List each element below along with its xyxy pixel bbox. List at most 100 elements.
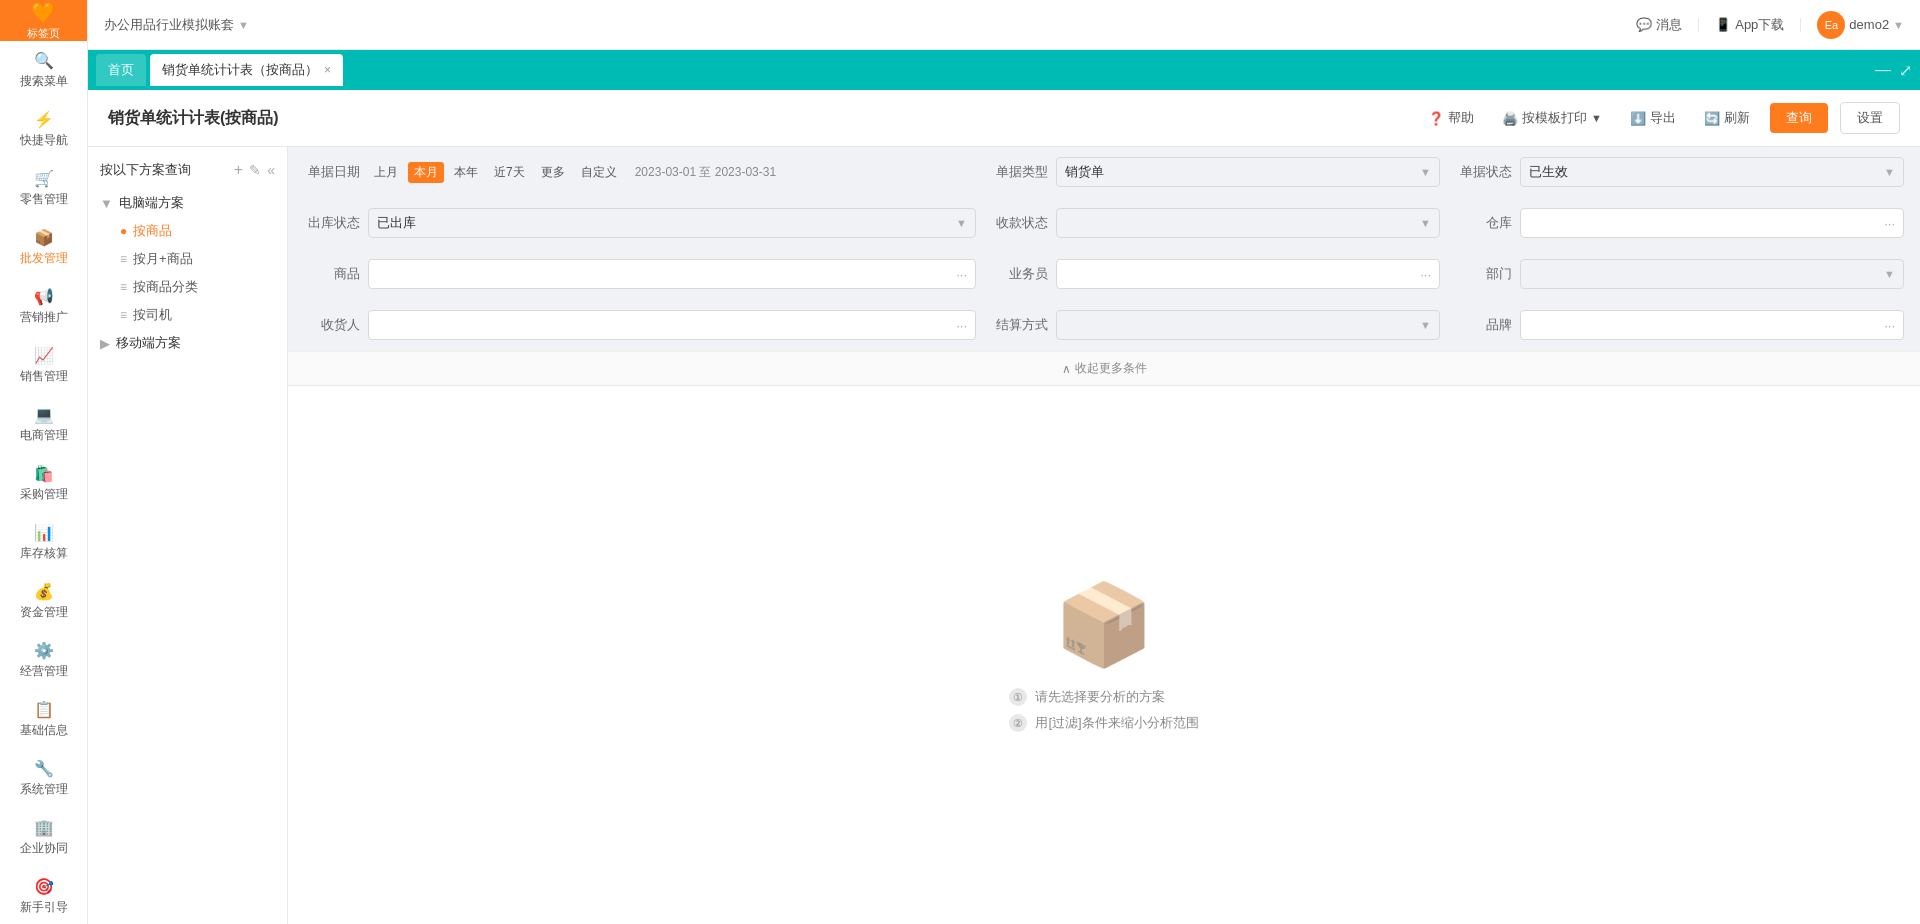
sidebar-label-sales: 销售管理	[20, 368, 68, 385]
app-download-btn[interactable]: 📱 App下载	[1715, 16, 1784, 34]
sidebar-item-ecom[interactable]: 💻 电商管理	[0, 395, 87, 454]
sidebar-item-purchase[interactable]: 🛍️ 采购管理	[0, 454, 87, 513]
print-icon: 🖨️	[1502, 111, 1518, 126]
salesperson-dots[interactable]: ···	[1420, 267, 1431, 282]
message-btn[interactable]: 💬 消息	[1636, 16, 1682, 34]
outstock-select[interactable]: 已出库 ▼	[368, 208, 976, 238]
top-bar: 办公用品行业模拟账套 ▼ 💬 消息 📱 App下载 Ea demo2 ▼	[88, 0, 1920, 50]
sidebar-item-system[interactable]: 🔧 系统管理	[0, 749, 87, 808]
sidebar-item-enterprise[interactable]: 🏢 企业协同	[0, 808, 87, 867]
sidebar-item-sales[interactable]: 📈 销售管理	[0, 336, 87, 395]
purchase-icon: 🛍️	[34, 464, 54, 483]
query-button[interactable]: 查询	[1770, 103, 1828, 133]
doc-status-select[interactable]: 已生效 ▼	[1520, 157, 1904, 187]
date-btn-more[interactable]: 更多	[535, 162, 571, 183]
brand-input[interactable]: ···	[1520, 310, 1904, 340]
scheme-add-btn[interactable]: +	[234, 161, 243, 179]
sidebar-item-guide[interactable]: 🎯 新手引导	[0, 867, 87, 924]
product-input[interactable]: ···	[368, 259, 976, 289]
child-label-clerk: 按司机	[133, 306, 172, 324]
sidebar-item-inventory[interactable]: 📊 库存核算	[0, 513, 87, 572]
tree-child-by-category[interactable]: ≡ 按商品分类	[88, 273, 287, 301]
collapse-filter-btn[interactable]: ∧ 收起更多条件	[288, 351, 1920, 385]
print-label: 按模板打印	[1522, 109, 1587, 127]
date-btn-lastmonth[interactable]: 上月	[368, 162, 404, 183]
tree-child-by-clerk[interactable]: ≡ 按司机	[88, 301, 287, 329]
filter-row-2: 出库状态 已出库 ▼ 收款状态 ▼	[288, 198, 1920, 249]
filter-row-4: 收货人 ··· 结算方式 ▼	[288, 300, 1920, 351]
payment-status-label: 收款状态	[992, 214, 1048, 232]
system-icon: 🔧	[34, 759, 54, 778]
tree-child-by-month-product[interactable]: ≡ 按月+商品	[88, 245, 287, 273]
sidebar-item-basic[interactable]: 📋 基础信息	[0, 690, 87, 749]
page-header: 销货单统计计表(按商品) ❓ 帮助 🖨️ 按模板打印 ▼ ⬇️ 导出 🔄 刷	[88, 90, 1920, 147]
tree-child-by-product[interactable]: ● 按商品	[88, 217, 287, 245]
retail-icon: 🛒	[34, 169, 54, 188]
sidebar-item-wholesale[interactable]: 📦 批发管理	[0, 218, 87, 277]
sidebar-label-purchase: 采购管理	[20, 486, 68, 503]
tab-minimize-btn[interactable]: —	[1875, 61, 1891, 79]
tree-group-mobile-label: 移动端方案	[116, 334, 181, 352]
brand-dots[interactable]: ···	[1884, 318, 1895, 333]
tab-close-btn[interactable]: ×	[324, 63, 331, 77]
receiver-dots[interactable]: ···	[956, 318, 967, 333]
brand-label: 品牌	[1456, 316, 1512, 334]
export-btn[interactable]: ⬇️ 导出	[1622, 105, 1684, 131]
tree-mobile-expand-icon: ▶	[100, 336, 110, 351]
sidebar-label-enterprise: 企业协同	[20, 840, 68, 857]
sidebar-item-quicknav[interactable]: ⚡ 快捷导航	[0, 100, 87, 159]
main-area: 办公用品行业模拟账套 ▼ 💬 消息 📱 App下载 Ea demo2 ▼	[88, 0, 1920, 924]
salesperson-input[interactable]: ···	[1056, 259, 1440, 289]
date-btn-custom[interactable]: 自定义	[575, 162, 623, 183]
tab-maximize-btn[interactable]: ⤢	[1899, 61, 1912, 80]
filter-item-brand: 品牌 ···	[1456, 310, 1904, 340]
sidebar-item-operation[interactable]: ⚙️ 经营管理	[0, 631, 87, 690]
department-label: 部门	[1456, 265, 1512, 283]
finance-icon: 💰	[34, 582, 54, 601]
department-select[interactable]: ▼	[1520, 259, 1904, 289]
product-dots[interactable]: ···	[956, 267, 967, 282]
page-actions: ❓ 帮助 🖨️ 按模板打印 ▼ ⬇️ 导出 🔄 刷新 查询 设置	[1420, 102, 1900, 134]
sidebar-item-finance[interactable]: 💰 资金管理	[0, 572, 87, 631]
wholesale-icon: 📦	[34, 228, 54, 247]
scheme-collapse-btn[interactable]: «	[267, 162, 275, 178]
sidebar-label-inventory: 库存核算	[20, 545, 68, 562]
warehouse-input[interactable]: ···	[1520, 208, 1904, 238]
payment-method-select[interactable]: ▼	[1056, 310, 1440, 340]
tab-sales-stats[interactable]: 销货单统计计表（按商品） ×	[150, 54, 343, 86]
tree-group-pc-header[interactable]: ▼ 电脑端方案	[88, 189, 287, 217]
doc-status-value: 已生效	[1529, 163, 1884, 181]
refresh-btn[interactable]: 🔄 刷新	[1696, 105, 1758, 131]
user-profile-btn[interactable]: Ea demo2 ▼	[1817, 11, 1904, 39]
sidebar-label-finance: 资金管理	[20, 604, 68, 621]
date-btn-thismonth[interactable]: 本月	[408, 162, 444, 183]
tab-home-label: 首页	[108, 61, 134, 79]
date-quick-btns: 上月 本月 本年 近7天 更多 自定义	[368, 162, 623, 183]
scheme-header-actions: + ✎ «	[234, 161, 275, 179]
receiver-input[interactable]: ···	[368, 310, 976, 340]
print-btn[interactable]: 🖨️ 按模板打印 ▼	[1494, 105, 1610, 131]
child-icon-product: ●	[120, 224, 127, 238]
scheme-header-title: 按以下方案查询	[100, 161, 191, 179]
date-btn-thisyear[interactable]: 本年	[448, 162, 484, 183]
tab-home[interactable]: 首页	[96, 54, 146, 86]
logo[interactable]: 🧡 标签页	[0, 0, 88, 41]
payment-status-select[interactable]: ▼	[1056, 208, 1440, 238]
doc-type-select[interactable]: 销货单 ▼	[1056, 157, 1440, 187]
account-selector[interactable]: 办公用品行业模拟账套 ▼	[104, 16, 249, 34]
tip-num-1: ①	[1009, 688, 1027, 706]
basic-icon: 📋	[34, 700, 54, 719]
empty-tip-2: ② 用[过滤]条件来缩小分析范围	[1009, 714, 1198, 732]
settings-button[interactable]: 设置	[1840, 102, 1900, 134]
warehouse-dots[interactable]: ···	[1884, 216, 1895, 231]
date-btn-7days[interactable]: 近7天	[488, 162, 531, 183]
sidebar-item-search[interactable]: 🔍 搜索菜单	[0, 41, 87, 100]
sidebar-item-marketing[interactable]: 📢 营销推广	[0, 277, 87, 336]
outstock-caret: ▼	[956, 217, 967, 229]
help-btn[interactable]: ❓ 帮助	[1420, 105, 1482, 131]
sidebar-item-retail[interactable]: 🛒 零售管理	[0, 159, 87, 218]
filter-item-salesperson: 业务员 ···	[992, 259, 1440, 289]
sidebar-label-system: 系统管理	[20, 781, 68, 798]
scheme-edit-btn[interactable]: ✎	[249, 162, 261, 178]
tree-group-mobile-header[interactable]: ▶ 移动端方案	[88, 329, 287, 357]
